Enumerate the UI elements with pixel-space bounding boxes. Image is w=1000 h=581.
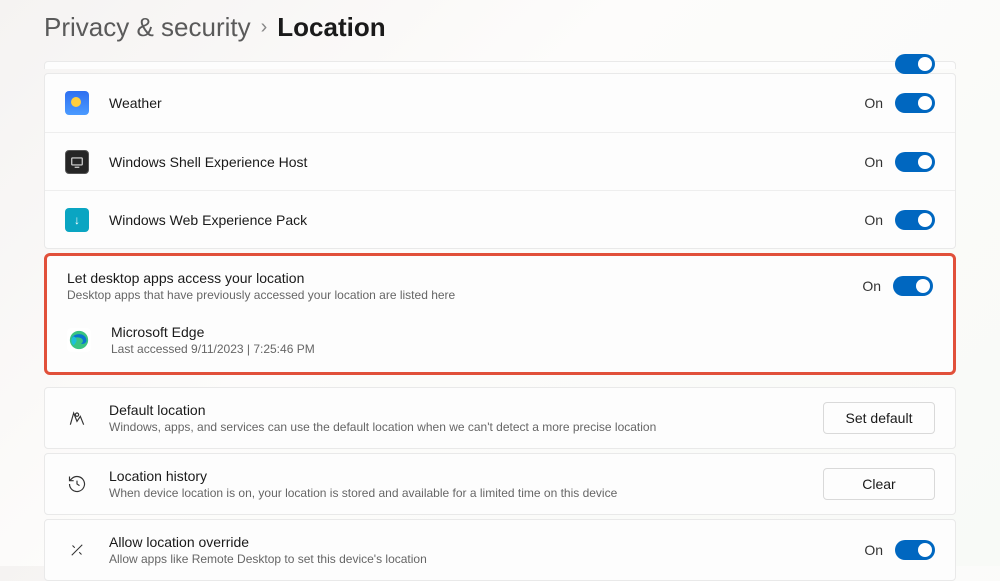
- app-name: Microsoft Edge: [111, 324, 933, 340]
- desktop-app-row-edge: Microsoft Edge Last accessed 9/11/2023 |…: [47, 316, 953, 372]
- app-meta: Last accessed 9/11/2023 | 7:25:46 PM: [111, 342, 933, 356]
- history-icon: [65, 472, 89, 496]
- app-row-weather[interactable]: Weather On: [45, 74, 955, 132]
- setting-title: Default location: [109, 402, 823, 418]
- clear-button[interactable]: Clear: [823, 468, 935, 500]
- web-experience-icon: [65, 208, 89, 232]
- default-location-card: Default location Windows, apps, and serv…: [44, 387, 956, 449]
- setting-title: Location history: [109, 468, 823, 484]
- weather-icon: [65, 91, 89, 115]
- location-override-row[interactable]: Allow location override Allow apps like …: [45, 520, 955, 580]
- toggle-desktop-apps[interactable]: [893, 276, 933, 296]
- toggle-state: On: [864, 154, 883, 170]
- app-name: Windows Web Experience Pack: [109, 212, 864, 228]
- setting-subtitle: Windows, apps, and services can use the …: [109, 420, 823, 434]
- override-icon: [65, 538, 89, 562]
- toggle-state: On: [864, 542, 883, 558]
- breadcrumb-parent[interactable]: Privacy & security: [44, 12, 251, 43]
- set-default-button[interactable]: Set default: [823, 402, 935, 434]
- location-history-row[interactable]: Location history When device location is…: [45, 454, 955, 514]
- shell-icon: [65, 150, 89, 174]
- toggle-override[interactable]: [895, 540, 935, 560]
- app-row-shell[interactable]: Windows Shell Experience Host On: [45, 132, 955, 190]
- setting-title: Allow location override: [109, 534, 864, 550]
- setting-subtitle: Allow apps like Remote Desktop to set th…: [109, 552, 864, 566]
- previous-row-peek: [44, 61, 956, 69]
- desktop-apps-section: Let desktop apps access your location De…: [44, 253, 956, 375]
- edge-icon: [67, 328, 91, 352]
- breadcrumb-current: Location: [277, 12, 385, 43]
- default-location-row[interactable]: Default location Windows, apps, and serv…: [45, 388, 955, 448]
- app-name: Weather: [109, 95, 864, 111]
- section-title: Let desktop apps access your location: [67, 270, 862, 286]
- toggle-previous[interactable]: [895, 54, 935, 74]
- location-history-card: Location history When device location is…: [44, 453, 956, 515]
- toggle-web[interactable]: [895, 210, 935, 230]
- chevron-right-icon: ›: [261, 16, 268, 39]
- app-list: Weather On Windows Shell Experience Host…: [44, 73, 956, 249]
- toggle-weather[interactable]: [895, 93, 935, 113]
- toggle-state: On: [864, 212, 883, 228]
- map-pin-icon: [65, 406, 89, 430]
- toggle-state: On: [862, 278, 881, 294]
- toggle-state: On: [864, 95, 883, 111]
- desktop-apps-header[interactable]: Let desktop apps access your location De…: [47, 256, 953, 316]
- toggle-shell[interactable]: [895, 152, 935, 172]
- app-name: Windows Shell Experience Host: [109, 154, 864, 170]
- section-subtitle: Desktop apps that have previously access…: [67, 288, 862, 302]
- app-row-web[interactable]: Windows Web Experience Pack On: [45, 190, 955, 248]
- setting-subtitle: When device location is on, your locatio…: [109, 486, 823, 500]
- breadcrumb: Privacy & security › Location: [0, 0, 1000, 61]
- location-override-card: Allow location override Allow apps like …: [44, 519, 956, 581]
